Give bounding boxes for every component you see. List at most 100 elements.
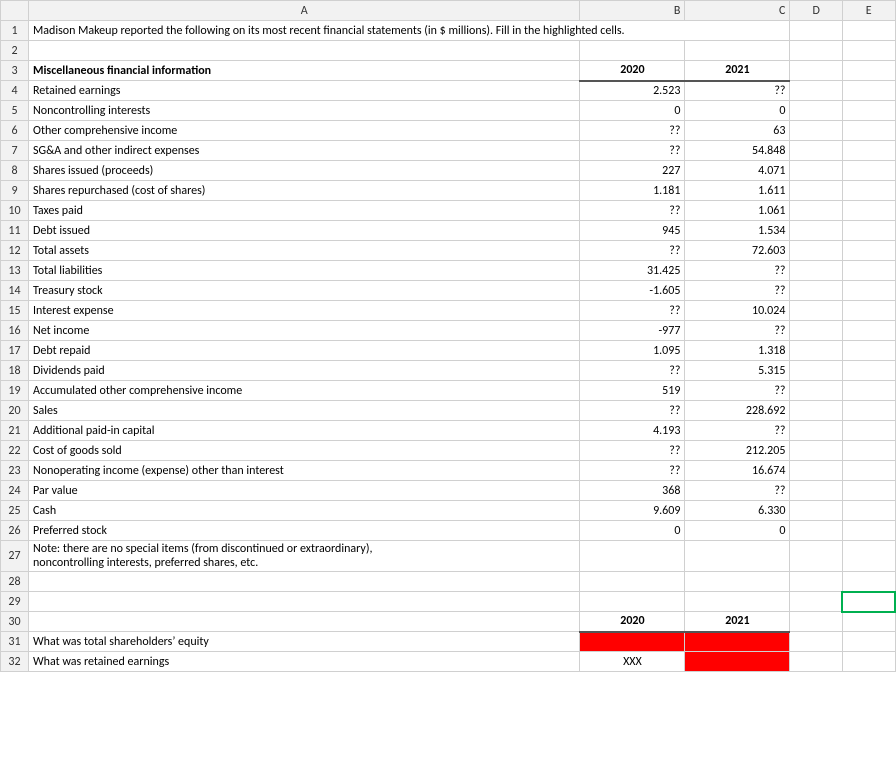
cell-2-b [580, 41, 685, 61]
row-22: 22Cost of goods sold??212.205 [1, 441, 896, 461]
cell-23-d [790, 461, 843, 481]
cell-29-b [580, 592, 685, 612]
cell-20-e [842, 401, 895, 421]
cell-10-e [842, 201, 895, 221]
row-header-19: 19 [1, 381, 29, 401]
cell-19-e [842, 381, 895, 401]
row-6: 6Other comprehensive income??63 [1, 121, 896, 141]
cell-16-c: ?? [685, 321, 790, 341]
cell-24-b: 368 [580, 481, 685, 501]
cell-28-c [685, 572, 790, 592]
cell-20-c: 228.692 [685, 401, 790, 421]
cell-4-c: ?? [685, 81, 790, 101]
row-header-30: 30 [1, 612, 29, 632]
cell-4-a: Retained earnings [29, 81, 580, 101]
cell-20-d [790, 401, 843, 421]
cell-16-d [790, 321, 843, 341]
cell-22-b: ?? [580, 441, 685, 461]
row-header-15: 15 [1, 301, 29, 321]
cell-11-d [790, 221, 843, 241]
cell-31-d [790, 632, 843, 652]
cell-3-c: 2021 [685, 61, 790, 81]
cell-23-e [842, 461, 895, 481]
cell-14-c: ?? [685, 281, 790, 301]
col-a-header: A [29, 1, 580, 21]
cell-6-e [842, 121, 895, 141]
cell-4-d [790, 81, 843, 101]
cell-5-c: 0 [685, 101, 790, 121]
cell-31-b [580, 632, 685, 652]
cell-3-e [842, 61, 895, 81]
cell-27-a: Note: there are no special items (from d… [29, 541, 580, 572]
row-1: 1Madison Makeup reported the following o… [1, 21, 896, 41]
cell-27-d [790, 541, 843, 572]
cell-5-a: Noncontrolling interests [29, 101, 580, 121]
row-3: 3Miscellaneous financial information2020… [1, 61, 896, 81]
cell-15-e [842, 301, 895, 321]
row-header-25: 25 [1, 501, 29, 521]
cell-25-b: 9.609 [580, 501, 685, 521]
cell-20-b: ?? [580, 401, 685, 421]
cell-25-d [790, 501, 843, 521]
row-32: 32What was retained earningsXXX [1, 652, 896, 672]
cell-17-e [842, 341, 895, 361]
cell-12-e [842, 241, 895, 261]
cell-2-a [29, 41, 580, 61]
cell-4-b: 2.523 [580, 81, 685, 101]
row-2: 2 [1, 41, 896, 61]
cell-8-b: 227 [580, 161, 685, 181]
cell-9-e [842, 181, 895, 201]
cell-14-d [790, 281, 843, 301]
row-29: 29 [1, 592, 896, 612]
col-b-header: B [580, 1, 685, 21]
cell-3-d [790, 61, 843, 81]
cell-21-b: 4.193 [580, 421, 685, 441]
row-24: 24Par value368?? [1, 481, 896, 501]
cell-32-d [790, 652, 843, 672]
cell-17-c: 1.318 [685, 341, 790, 361]
row-20: 20Sales??228.692 [1, 401, 896, 421]
row-7: 7SG&A and other indirect expenses??54.84… [1, 141, 896, 161]
cell-18-a: Dividends paid [29, 361, 580, 381]
cell-8-c: 4.071 [685, 161, 790, 181]
cell-14-a: Treasury stock [29, 281, 580, 301]
cell-6-c: 63 [685, 121, 790, 141]
cell-11-b: 945 [580, 221, 685, 241]
cell-21-a: Additional paid-in capital [29, 421, 580, 441]
row-header-7: 7 [1, 141, 29, 161]
cell-11-c: 1.534 [685, 221, 790, 241]
cell-24-c: ?? [685, 481, 790, 501]
spreadsheet: A B C D E 1Madison Makeup reported the f… [0, 0, 896, 672]
cell-31-c [685, 632, 790, 652]
cell-22-a: Cost of goods sold [29, 441, 580, 461]
cell-25-a: Cash [29, 501, 580, 521]
cell-5-e [842, 101, 895, 121]
cell-13-a: Total liabilities [29, 261, 580, 281]
row-10: 10Taxes paid??1.061 [1, 201, 896, 221]
cell-6-d [790, 121, 843, 141]
row-header-2: 2 [1, 41, 29, 61]
cell-7-d [790, 141, 843, 161]
row-header-26: 26 [1, 521, 29, 541]
cell-24-e [842, 481, 895, 501]
cell-27-e [842, 541, 895, 572]
cell-27-b [580, 541, 685, 572]
cell-8-e [842, 161, 895, 181]
cell-29-d [790, 592, 843, 612]
row-header-31: 31 [1, 632, 29, 652]
cell-1-d [790, 21, 843, 41]
cell-29-c [685, 592, 790, 612]
cell-23-b: ?? [580, 461, 685, 481]
cell-29-a [29, 592, 580, 612]
row-header-22: 22 [1, 441, 29, 461]
cell-2-d [790, 41, 843, 61]
cell-17-b: 1.095 [580, 341, 685, 361]
cell-32-b: XXX [580, 652, 685, 672]
cell-9-d [790, 181, 843, 201]
cell-2-e [842, 41, 895, 61]
cell-7-a: SG&A and other indirect expenses [29, 141, 580, 161]
cell-19-c: ?? [685, 381, 790, 401]
cell-21-d [790, 421, 843, 441]
cell-9-b: 1.181 [580, 181, 685, 201]
cell-17-a: Debt repaid [29, 341, 580, 361]
